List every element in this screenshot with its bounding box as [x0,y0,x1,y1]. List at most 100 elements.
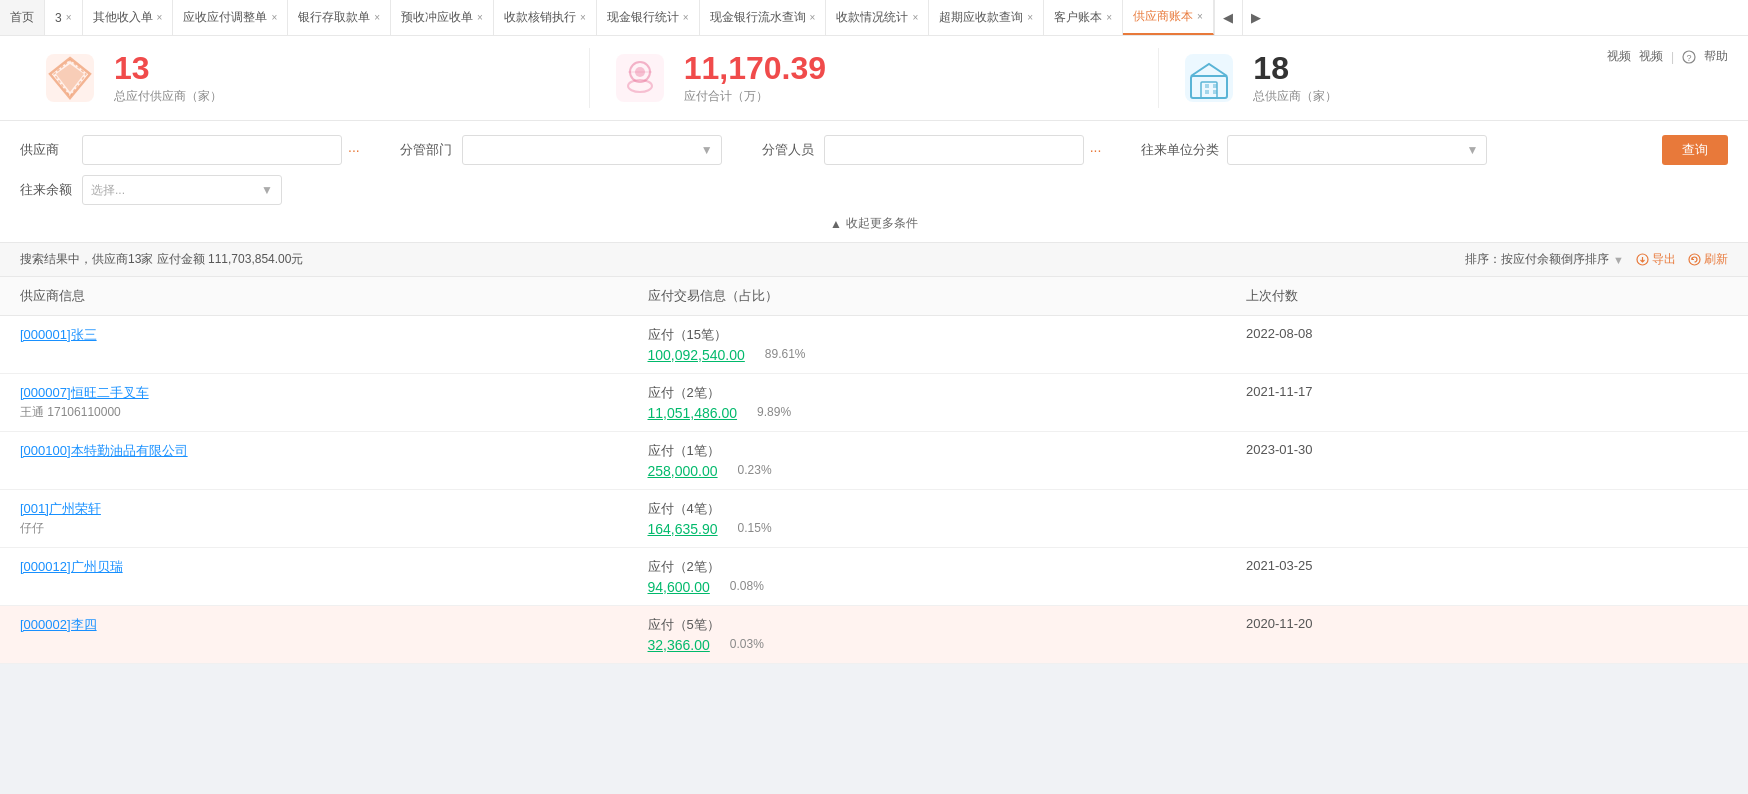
payable-amount[interactable]: 164,635.90 [648,521,718,537]
balance-select[interactable]: 选择... ▼ [82,175,282,205]
supplier-sub-info: 仔仔 [20,520,608,537]
supplier-link[interactable]: [000001]张三 [20,327,97,342]
balance-label: 往来余额 [20,181,76,199]
last-payment-cell: 2023-01-30 [1226,432,1548,490]
nav-tab-bank-deposit-close[interactable]: × [374,12,380,23]
payable-info-cell: 应付（5笔） 32,366.00 0.03% [628,606,1227,664]
table-container: 供应商信息 应付交易信息（占比） 上次付数 [000001]张三 应付（15笔）… [0,277,1748,664]
payable-count: 应付（2笔） [648,384,1207,402]
nav-tab-receipt-verify[interactable]: 收款核销执行 × [494,0,597,35]
nav-tab-prepay-ar-close[interactable]: × [477,12,483,23]
export-label: 导出 [1652,251,1676,268]
export-icon [1636,253,1649,266]
payable-amount[interactable]: 258,000.00 [648,463,718,479]
nav-tab-overdue-ar-close[interactable]: × [1027,12,1033,23]
supplier-sub-info: 王通 17106110000 [20,404,608,421]
nav-tab-home-label: 首页 [10,9,34,26]
search-item-person: 分管人员 ··· [762,135,1102,165]
supplier-link[interactable]: [000012]广州贝瑞 [20,559,123,574]
nav-tab-ar-ap-adjust-close[interactable]: × [271,12,277,23]
payable-count: 应付（5笔） [648,616,1207,634]
payable-amount[interactable]: 100,092,540.00 [648,347,745,363]
nav-tab-other-income-close[interactable]: × [157,12,163,23]
sort-select[interactable]: 排序：按应付余额倒序排序 ▼ [1465,251,1624,268]
refresh-button[interactable]: 刷新 [1688,251,1728,268]
person-label: 分管人员 [762,141,818,159]
stat-info-suppliers-payable: 13 总应付供应商（家） [114,52,222,105]
nav-tab-receipt-stat[interactable]: 收款情况统计 × [826,0,929,35]
nav-tab-3-label: 3 [55,11,62,25]
supplier-link[interactable]: [000100]本特勤油品有限公司 [20,443,188,458]
nav-tab-3[interactable]: 3 × [45,0,83,35]
supplier-link[interactable]: [000007]恒旺二手叉车 [20,385,149,400]
payable-count: 应付（4笔） [648,500,1207,518]
nav-tab-cash-bank-flow-close[interactable]: × [810,12,816,23]
svg-rect-15 [1213,90,1217,94]
search-item-balance: 往来余额 选择... ▼ [20,175,282,205]
payable-amount[interactable]: 94,600.00 [648,579,710,595]
nav-tab-customer-ledger-close[interactable]: × [1106,12,1112,23]
nav-tab-other-income[interactable]: 其他收入单 × [83,0,174,35]
payable-row: 258,000.00 0.23% [648,460,1207,479]
table-row: [000012]广州贝瑞 应付（2笔） 94,600.00 0.08% 2021… [0,548,1748,606]
payable-amount[interactable]: 32,366.00 [648,637,710,653]
nav-tab-ar-ap-adjust-label: 应收应付调整单 [183,9,267,26]
supplier-link[interactable]: [001]广州荣轩 [20,501,101,516]
spacer-cell [1548,490,1748,548]
nav-arrow-left[interactable]: ◀ [1214,0,1242,35]
nav-tab-customer-ledger-label: 客户账本 [1054,9,1102,26]
link-divider: | [1671,50,1674,64]
table-row: [000002]李四 应付（5笔） 32,366.00 0.03% 2020-1… [0,606,1748,664]
nav-tab-prepay-ar[interactable]: 预收冲应收单 × [391,0,494,35]
svg-rect-13 [1213,84,1217,88]
export-button[interactable]: 导出 [1636,251,1676,268]
refresh-icon [1688,253,1701,266]
nav-tab-customer-ledger[interactable]: 客户账本 × [1044,0,1123,35]
sort-chevron-icon: ▼ [1613,254,1624,266]
supplier-input[interactable] [82,135,342,165]
nav-tab-receipt-stat-close[interactable]: × [912,12,918,23]
nav-tab-supplier-ledger[interactable]: 供应商账本 × [1123,0,1214,35]
nav-tab-cash-bank-stat[interactable]: 现金银行统计 × [597,0,700,35]
category-select[interactable]: ▼ [1227,135,1487,165]
nav-tab-3-close[interactable]: × [66,12,72,23]
table-body: [000001]张三 应付（15笔） 100,092,540.00 89.61%… [0,316,1748,664]
spacer-cell [1548,316,1748,374]
query-button[interactable]: 查询 [1662,135,1728,165]
payable-row: 94,600.00 0.08% [648,576,1207,595]
nav-tab-cash-bank-stat-close[interactable]: × [683,12,689,23]
person-ellipsis[interactable]: ··· [1090,142,1102,158]
stat-info-payable-total: 11,170.39 应付合计（万） [684,52,826,105]
nav-tab-ar-ap-adjust[interactable]: 应收应付调整单 × [173,0,288,35]
dept-select[interactable]: ▼ [462,135,722,165]
collapse-button[interactable]: ▲ 收起更多条件 [20,215,1728,232]
payable-count: 应付（2笔） [648,558,1207,576]
supplier-label: 供应商 [20,141,76,159]
nav-tab-receipt-verify-close[interactable]: × [580,12,586,23]
payable-info-cell: 应付（2笔） 94,600.00 0.08% [628,548,1227,606]
nav-tab-supplier-ledger-close[interactable]: × [1197,11,1203,22]
balance-chevron-icon: ▼ [261,183,273,197]
supplier-link[interactable]: [000002]李四 [20,617,97,632]
stat-number-total-suppliers: 18 [1253,52,1337,84]
payable-amount[interactable]: 11,051,486.00 [648,405,738,421]
category-chevron-icon: ▼ [1466,143,1478,157]
nav-tab-cash-bank-flow[interactable]: 现金银行流水查询 × [700,0,827,35]
nav-tab-receipt-verify-label: 收款核销执行 [504,9,576,26]
payable-row: 100,092,540.00 89.61% [648,344,1207,363]
nav-tab-overdue-ar[interactable]: 超期应收款查询 × [929,0,1044,35]
person-input[interactable] [824,135,1084,165]
nav-arrow-right[interactable]: ▶ [1242,0,1270,35]
video-link[interactable]: 视频 [1607,48,1631,65]
supplier-info-cell: [000100]本特勤油品有限公司 [0,432,628,490]
nav-tab-cash-bank-flow-label: 现金银行流水查询 [710,9,806,26]
help-label[interactable]: 帮助 [1704,48,1728,65]
supplier-ellipsis[interactable]: ··· [348,142,360,158]
top-navigation: 首页 3 × 其他收入单 × 应收应付调整单 × 银行存取款单 × 预收冲应收单… [0,0,1748,36]
video-label[interactable]: 视频 [1639,48,1663,65]
payable-info-cell: 应付（2笔） 11,051,486.00 9.89% [628,374,1227,432]
nav-tab-bank-deposit[interactable]: 银行存取款单 × [288,0,391,35]
nav-tab-home[interactable]: 首页 [0,0,45,35]
spacer-cell [1548,432,1748,490]
table-row: [001]广州荣轩仔仔 应付（4笔） 164,635.90 0.15% [0,490,1748,548]
